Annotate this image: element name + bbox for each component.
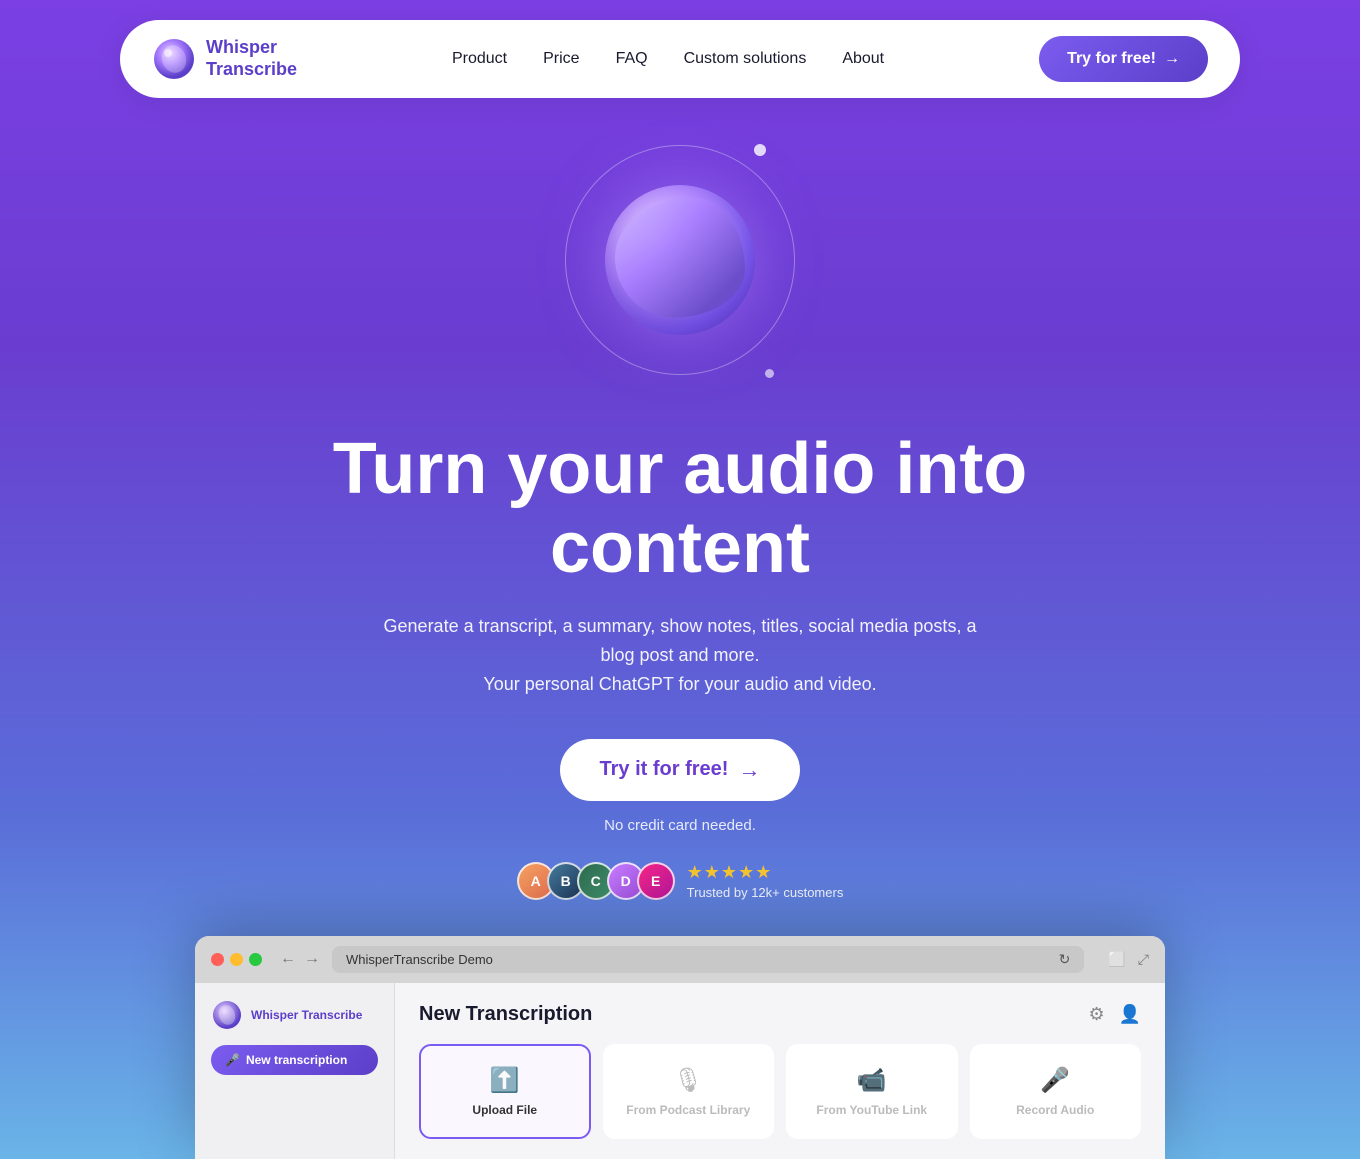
demo-titlebar: ← → WhisperTranscribe Demo ↻ ⬜ ⤢ (195, 936, 1165, 983)
demo-sidebar: Whisper Transcribe 🎤 New transcription (195, 983, 395, 1159)
demo-mockup: ← → WhisperTranscribe Demo ↻ ⬜ ⤢ (195, 936, 1165, 1159)
nav-price[interactable]: Price (543, 50, 579, 67)
record-icon: 🎤 (1040, 1066, 1070, 1095)
tl-red[interactable] (211, 953, 224, 966)
upload-file-icon: ⬆️ (490, 1066, 520, 1095)
demo-main-header: New Transcription ⚙ 👤 (419, 1003, 1141, 1026)
back-arrow[interactable]: ← (280, 950, 296, 968)
orb-dot-top (754, 144, 766, 156)
social-proof: A B C D E ★★★★★ Trusted by 12k+ customer… (517, 862, 844, 900)
podcast-library-card[interactable]: 🎙 From Podcast Library (603, 1044, 775, 1139)
upload-file-label: Upload File (472, 1103, 537, 1117)
logo-link[interactable]: WhisperTranscribe (152, 37, 297, 81)
nav-custom-solutions[interactable]: Custom solutions (684, 50, 807, 67)
stars-trust: ★★★★★ Trusted by 12k+ customers (687, 862, 844, 900)
settings-icon[interactable]: ⚙ (1088, 1004, 1104, 1025)
new-transcription-button[interactable]: 🎤 New transcription (211, 1045, 378, 1075)
orb-blob (615, 198, 745, 318)
sidebar-logo-icon (211, 999, 243, 1031)
record-label: Record Audio (1016, 1103, 1094, 1117)
no-credit-text: No credit card needed. (604, 817, 756, 834)
upload-options: ⬆️ Upload File 🎙 From Podcast Library 📹 … (419, 1044, 1141, 1139)
navbar: WhisperTranscribe Product Price FAQ Cust… (120, 20, 1240, 98)
traffic-lights (211, 953, 262, 966)
sidebar-logo-row: Whisper Transcribe (211, 999, 378, 1031)
star-rating: ★★★★★ (687, 862, 844, 883)
nav-links: Product Price FAQ Custom solutions About (452, 50, 884, 68)
share-icon[interactable]: ⬜ (1108, 951, 1125, 968)
youtube-label: From YouTube Link (816, 1103, 927, 1117)
hero-section: Turn your audio into content Generate a … (0, 0, 1360, 1159)
nav-about[interactable]: About (842, 50, 884, 67)
logo-text: WhisperTranscribe (206, 37, 297, 80)
nav-product[interactable]: Product (452, 50, 507, 67)
window-controls: ⬜ ⤢ (1108, 951, 1149, 968)
trust-text: Trusted by 12k+ customers (687, 885, 844, 900)
youtube-link-card[interactable]: 📹 From YouTube Link (786, 1044, 958, 1139)
youtube-icon: 📹 (857, 1066, 887, 1095)
upload-file-card[interactable]: ⬆️ Upload File (419, 1044, 591, 1139)
avatar-5: E (637, 862, 675, 900)
reload-icon[interactable]: ↻ (1059, 951, 1071, 968)
hero-title: Turn your audio into content (230, 430, 1130, 588)
address-text: WhisperTranscribe Demo (346, 952, 493, 967)
hero-orb (550, 130, 810, 390)
tl-yellow[interactable] (230, 953, 243, 966)
record-audio-card[interactable]: 🎤 Record Audio (970, 1044, 1142, 1139)
address-bar[interactable]: WhisperTranscribe Demo ↻ (332, 946, 1084, 973)
demo-content: Whisper Transcribe 🎤 New transcription N… (195, 983, 1165, 1159)
nav-faq[interactable]: FAQ (616, 50, 648, 67)
mic-icon: 🎤 (225, 1053, 240, 1067)
demo-main-title: New Transcription (419, 1003, 592, 1026)
hero-cta-button[interactable]: Try it for free! → (560, 739, 801, 801)
avatar-group: A B C D E (517, 862, 675, 900)
tl-green[interactable] (249, 953, 262, 966)
podcast-label: From Podcast Library (626, 1103, 750, 1117)
navbar-try-button[interactable]: Try for free! → (1039, 36, 1208, 82)
demo-icon-group: ⚙ 👤 (1088, 1004, 1141, 1025)
nav-arrows: ← → (280, 950, 320, 968)
orb-sphere (605, 185, 755, 335)
demo-main: New Transcription ⚙ 👤 ⬆️ Upload File 🎙 (395, 983, 1165, 1159)
hero-subtitle: Generate a transcript, a summary, show n… (370, 612, 990, 698)
expand-icon[interactable]: ⤢ (1138, 951, 1149, 968)
forward-arrow[interactable]: → (304, 950, 320, 968)
sidebar-logo-text: Whisper Transcribe (251, 1008, 362, 1022)
user-icon[interactable]: 👤 (1119, 1004, 1141, 1025)
orb-dot-bottom (765, 369, 774, 378)
podcast-icon: 🎙 (673, 1066, 703, 1095)
logo-icon (152, 37, 196, 81)
